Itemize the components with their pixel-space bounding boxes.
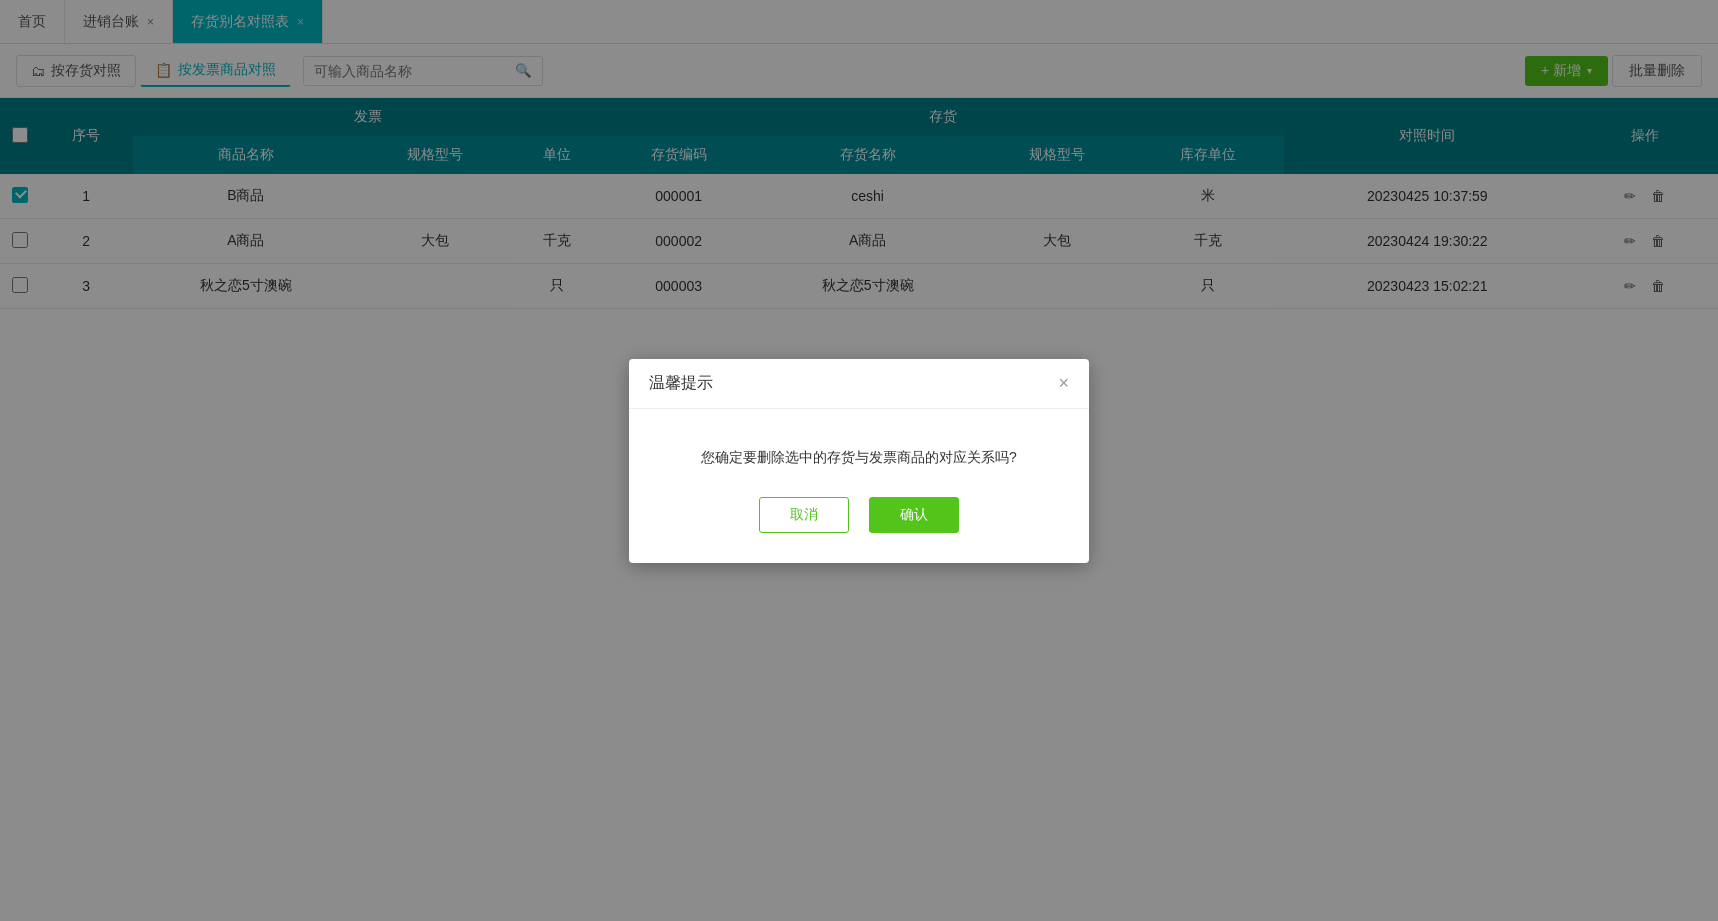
dialog-body: 您确定要删除选中的存货与发票商品的对应关系吗? xyxy=(629,409,1089,497)
confirm-dialog: 温馨提示 × 您确定要删除选中的存货与发票商品的对应关系吗? 取消 确认 xyxy=(629,359,1089,563)
dialog-cancel-btn[interactable]: 取消 xyxy=(759,497,849,533)
dialog-footer: 取消 确认 xyxy=(629,497,1089,563)
dialog-message: 您确定要删除选中的存货与发票商品的对应关系吗? xyxy=(701,449,1017,465)
modal-overlay: 温馨提示 × 您确定要删除选中的存货与发票商品的对应关系吗? 取消 确认 xyxy=(0,0,1718,921)
dialog-close-btn[interactable]: × xyxy=(1058,374,1069,392)
dialog-header: 温馨提示 × xyxy=(629,359,1089,409)
dialog-confirm-btn[interactable]: 确认 xyxy=(869,497,959,533)
dialog-title: 温馨提示 xyxy=(649,373,713,394)
